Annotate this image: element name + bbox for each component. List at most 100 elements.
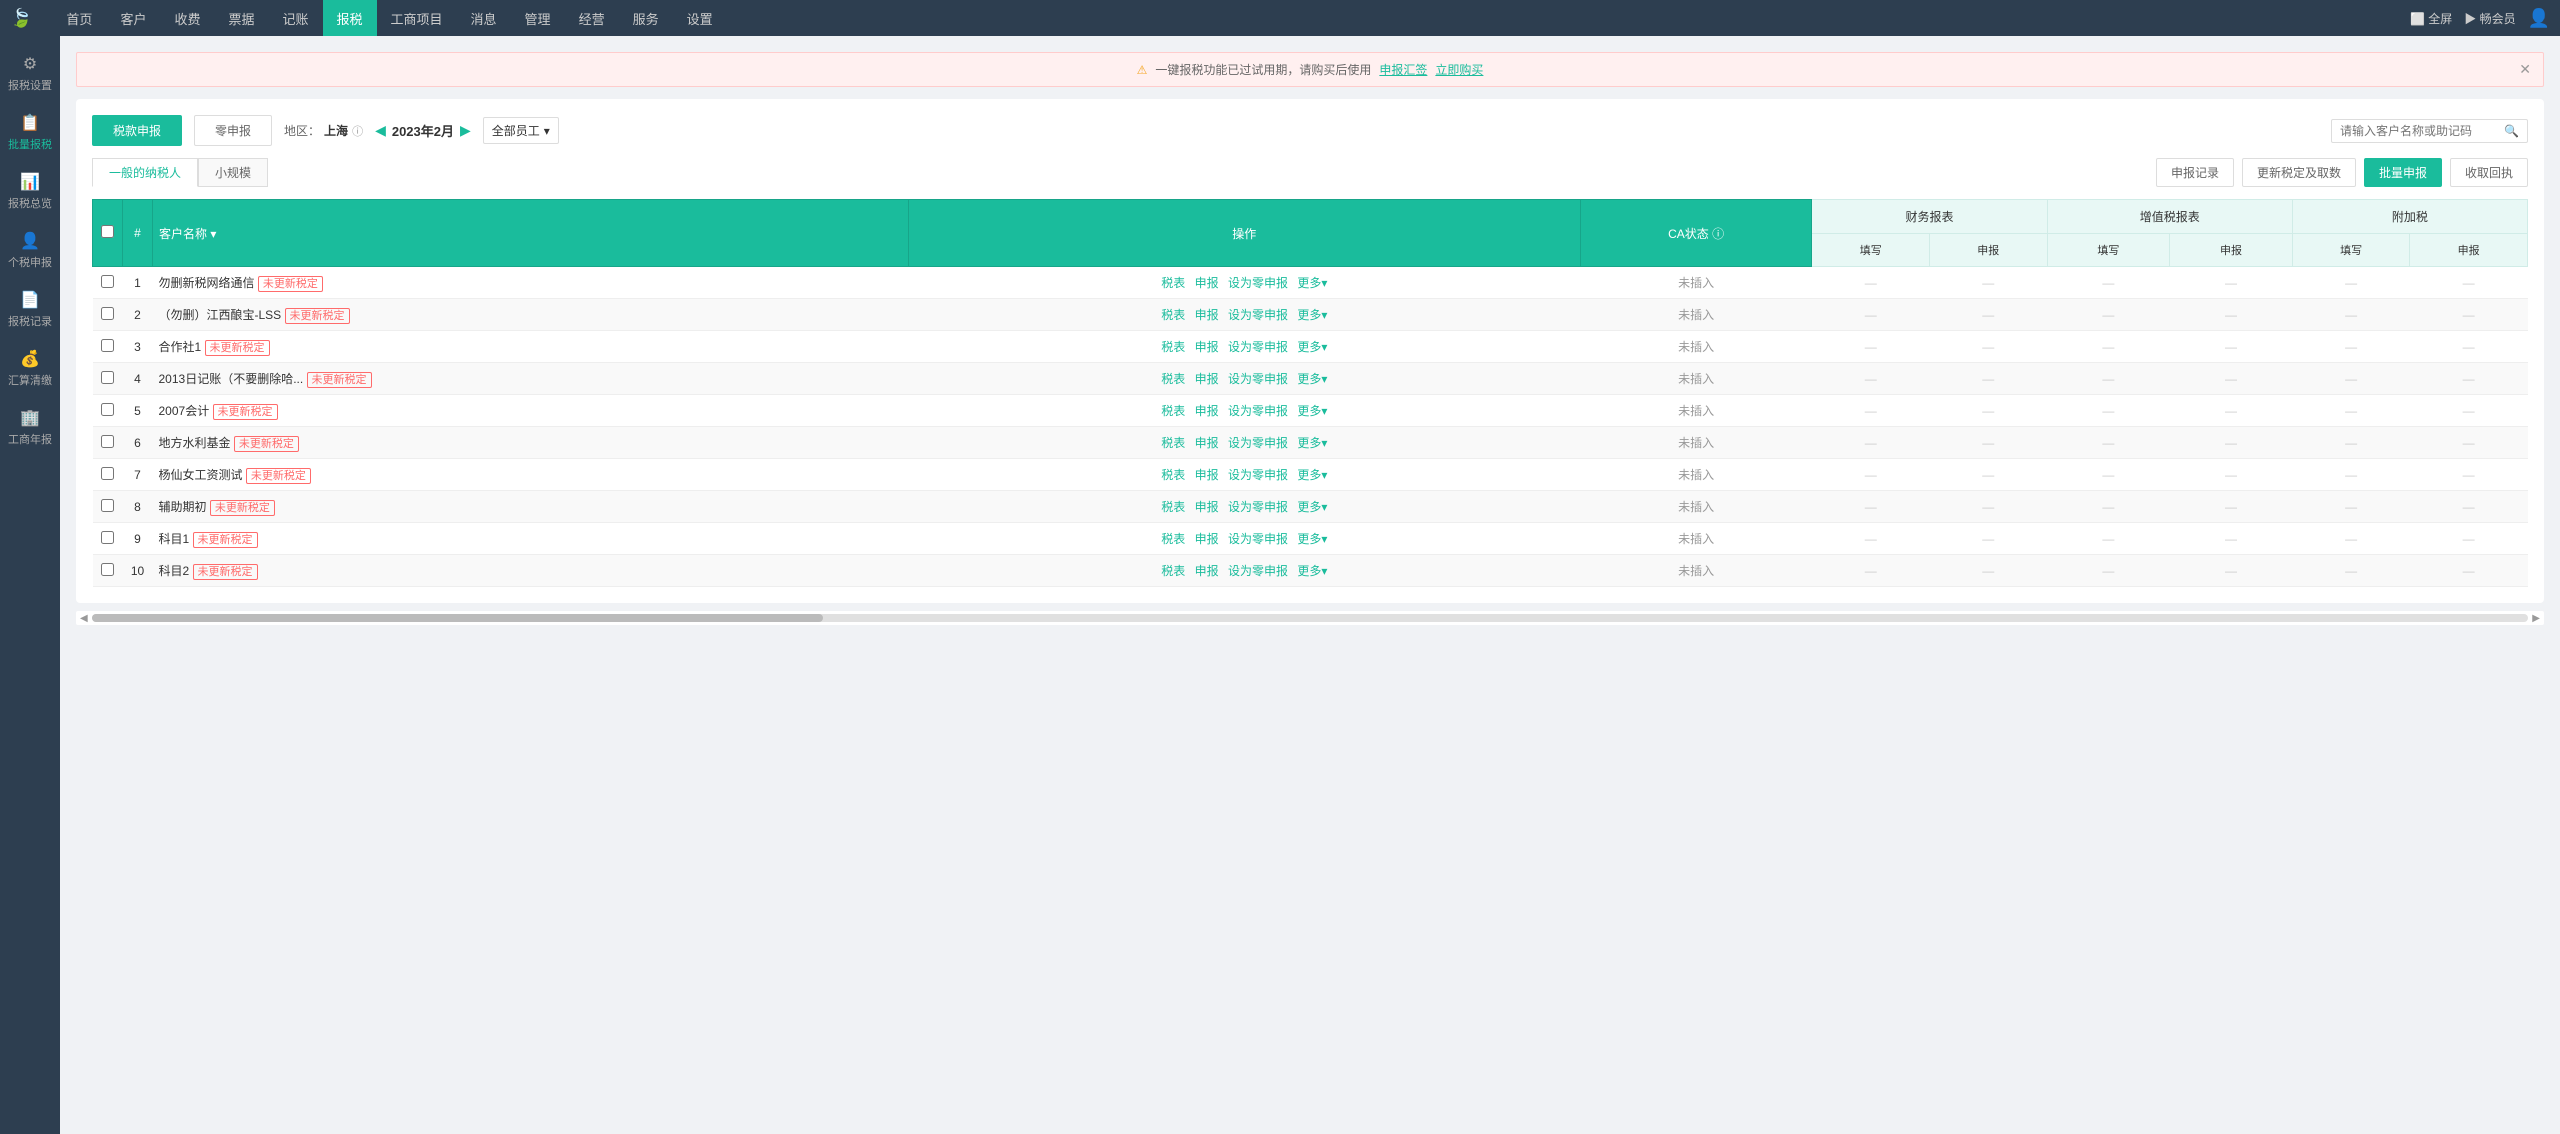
action-tax-table-4[interactable]: 税表 — [1161, 372, 1185, 386]
action-declare-5[interactable]: 申报 — [1195, 404, 1219, 418]
action-zero-declare-2[interactable]: 设为零申报 — [1228, 308, 1288, 322]
action-tax-table-5[interactable]: 税表 — [1161, 404, 1185, 418]
nav-settings[interactable]: 设置 — [673, 0, 727, 36]
action-tax-table-8[interactable]: 税表 — [1161, 500, 1185, 514]
action-more-4[interactable]: 更多▾ — [1297, 372, 1327, 386]
status-badge-8: 未更新税定 — [210, 500, 275, 516]
action-more-8[interactable]: 更多▾ — [1297, 500, 1327, 514]
nav-client[interactable]: 客户 — [106, 0, 160, 36]
row-checkbox-5[interactable] — [101, 403, 114, 416]
sidebar-item-tax-record[interactable]: 📄 报税记录 — [0, 280, 60, 339]
row-checkbox-2[interactable] — [101, 307, 114, 320]
sidebar-item-annual-settlement[interactable]: 💰 汇算清缴 — [0, 339, 60, 398]
sidebar-label-tax-overview: 报税总览 — [8, 195, 52, 211]
nav-operation[interactable]: 经营 — [565, 0, 619, 36]
action-declare-8[interactable]: 申报 — [1195, 500, 1219, 514]
bottom-scrollbar[interactable]: ◀ ▶ — [76, 611, 2544, 625]
action-more-3[interactable]: 更多▾ — [1297, 340, 1327, 354]
action-zero-declare-6[interactable]: 设为零申报 — [1228, 436, 1288, 450]
th-declare3: 申报 — [2410, 234, 2528, 267]
banner-close-icon[interactable]: ✕ — [2519, 61, 2531, 78]
select-all-checkbox[interactable] — [101, 225, 114, 238]
action-declare-9[interactable]: 申报 — [1195, 532, 1219, 546]
nav-bookkeeping[interactable]: 记账 — [268, 0, 322, 36]
nav-manage[interactable]: 管理 — [511, 0, 565, 36]
action-declare-6[interactable]: 申报 — [1195, 436, 1219, 450]
action-more-2[interactable]: 更多▾ — [1297, 308, 1327, 322]
sidebar-item-batch-tax[interactable]: 📋 批量报税 — [0, 103, 60, 162]
member-btn[interactable]: ▶ 畅会员 — [2464, 10, 2515, 27]
search-icon[interactable]: 🔍 — [2504, 124, 2519, 138]
search-input[interactable] — [2340, 124, 2500, 138]
dept-filter[interactable]: 全部员工 ▾ — [483, 117, 559, 144]
action-tax-table-2[interactable]: 税表 — [1161, 308, 1185, 322]
action-zero-declare-10[interactable]: 设为零申报 — [1228, 564, 1288, 578]
action-zero-declare-1[interactable]: 设为零申报 — [1228, 276, 1288, 290]
row-declare1-1: — — [1930, 267, 2048, 299]
nav-home[interactable]: 首页 — [52, 0, 106, 36]
scroll-left-btn[interactable]: ◀ — [80, 613, 88, 624]
next-month-btn[interactable]: ▶ — [460, 122, 471, 139]
action-tax-table-9[interactable]: 税表 — [1161, 532, 1185, 546]
nav-invoice[interactable]: 票据 — [214, 0, 268, 36]
sidebar-item-tax-settings[interactable]: ⚙ 报税设置 — [0, 44, 60, 103]
action-zero-declare-3[interactable]: 设为零申报 — [1228, 340, 1288, 354]
batch-declare-btn[interactable]: 批量申报 — [2364, 158, 2442, 187]
nav-business[interactable]: 工商项目 — [377, 0, 457, 36]
action-tax-table-10[interactable]: 税表 — [1161, 564, 1185, 578]
action-zero-declare-8[interactable]: 设为零申报 — [1228, 500, 1288, 514]
nav-tax[interactable]: 报税 — [323, 0, 377, 36]
sidebar-item-tax-overview[interactable]: 📊 报税总览 — [0, 162, 60, 221]
tab-zero-declaration[interactable]: 零申报 — [194, 115, 272, 146]
action-tax-table-3[interactable]: 税表 — [1161, 340, 1185, 354]
action-tax-table-6[interactable]: 税表 — [1161, 436, 1185, 450]
tab-tax-declaration[interactable]: 税款申报 — [92, 115, 182, 146]
sidebar-item-personal-tax[interactable]: 👤 个税申报 — [0, 221, 60, 280]
action-tax-table-7[interactable]: 税表 — [1161, 468, 1185, 482]
action-zero-declare-5[interactable]: 设为零申报 — [1228, 404, 1288, 418]
action-more-5[interactable]: 更多▾ — [1297, 404, 1327, 418]
row-checkbox-8[interactable] — [101, 499, 114, 512]
action-more-7[interactable]: 更多▾ — [1297, 468, 1327, 482]
fullscreen-btn[interactable]: ⬜ 全屏 — [2410, 10, 2452, 27]
action-declare-4[interactable]: 申报 — [1195, 372, 1219, 386]
personal-tax-icon: 👤 — [20, 231, 40, 251]
action-declare-2[interactable]: 申报 — [1195, 308, 1219, 322]
row-checkbox-10[interactable] — [101, 563, 114, 576]
row-checkbox-7[interactable] — [101, 467, 114, 480]
update-tax-btn[interactable]: 更新税定及取数 — [2242, 158, 2356, 187]
row-checkbox-6[interactable] — [101, 435, 114, 448]
prev-month-btn[interactable]: ◀ — [375, 122, 386, 139]
nav-service[interactable]: 服务 — [619, 0, 673, 36]
banner-link-report[interactable]: 申报汇签 — [1379, 61, 1427, 78]
row-checkbox-9[interactable] — [101, 531, 114, 544]
declaration-record-btn[interactable]: 申报记录 — [2156, 158, 2234, 187]
nav-billing[interactable]: 收费 — [160, 0, 214, 36]
action-more-6[interactable]: 更多▾ — [1297, 436, 1327, 450]
row-checkbox-1[interactable] — [101, 275, 114, 288]
action-declare-1[interactable]: 申报 — [1195, 276, 1219, 290]
action-tax-table-1[interactable]: 税表 — [1161, 276, 1185, 290]
action-more-9[interactable]: 更多▾ — [1297, 532, 1327, 546]
action-declare-3[interactable]: 申报 — [1195, 340, 1219, 354]
action-zero-declare-9[interactable]: 设为零申报 — [1228, 532, 1288, 546]
user-avatar[interactable]: 👤 — [2528, 8, 2550, 29]
action-declare-10[interactable]: 申报 — [1195, 564, 1219, 578]
table-row: 4 2013日记账（不要删除哈... 未更新税定 税表 申报 设为零申报 更多▾… — [93, 363, 2528, 395]
tab-small-scale[interactable]: 小规模 — [198, 158, 268, 187]
action-more-10[interactable]: 更多▾ — [1297, 564, 1327, 578]
action-declare-7[interactable]: 申报 — [1195, 468, 1219, 482]
banner-link-buy[interactable]: 立即购买 — [1435, 61, 1483, 78]
nav-message[interactable]: 消息 — [457, 0, 511, 36]
action-zero-declare-4[interactable]: 设为零申报 — [1228, 372, 1288, 386]
row-name-5: 2007会计 未更新税定 — [153, 395, 909, 427]
sidebar-item-annual-report[interactable]: 🏢 工商年报 — [0, 398, 60, 457]
annual-settlement-icon: 💰 — [20, 349, 40, 369]
action-more-1[interactable]: 更多▾ — [1297, 276, 1327, 290]
collect-receipt-btn[interactable]: 收取回执 — [2450, 158, 2528, 187]
tab-general-taxpayer[interactable]: 一般的纳税人 — [92, 158, 198, 187]
row-checkbox-4[interactable] — [101, 371, 114, 384]
row-checkbox-3[interactable] — [101, 339, 114, 352]
action-zero-declare-7[interactable]: 设为零申报 — [1228, 468, 1288, 482]
scroll-right-btn[interactable]: ▶ — [2532, 613, 2540, 624]
